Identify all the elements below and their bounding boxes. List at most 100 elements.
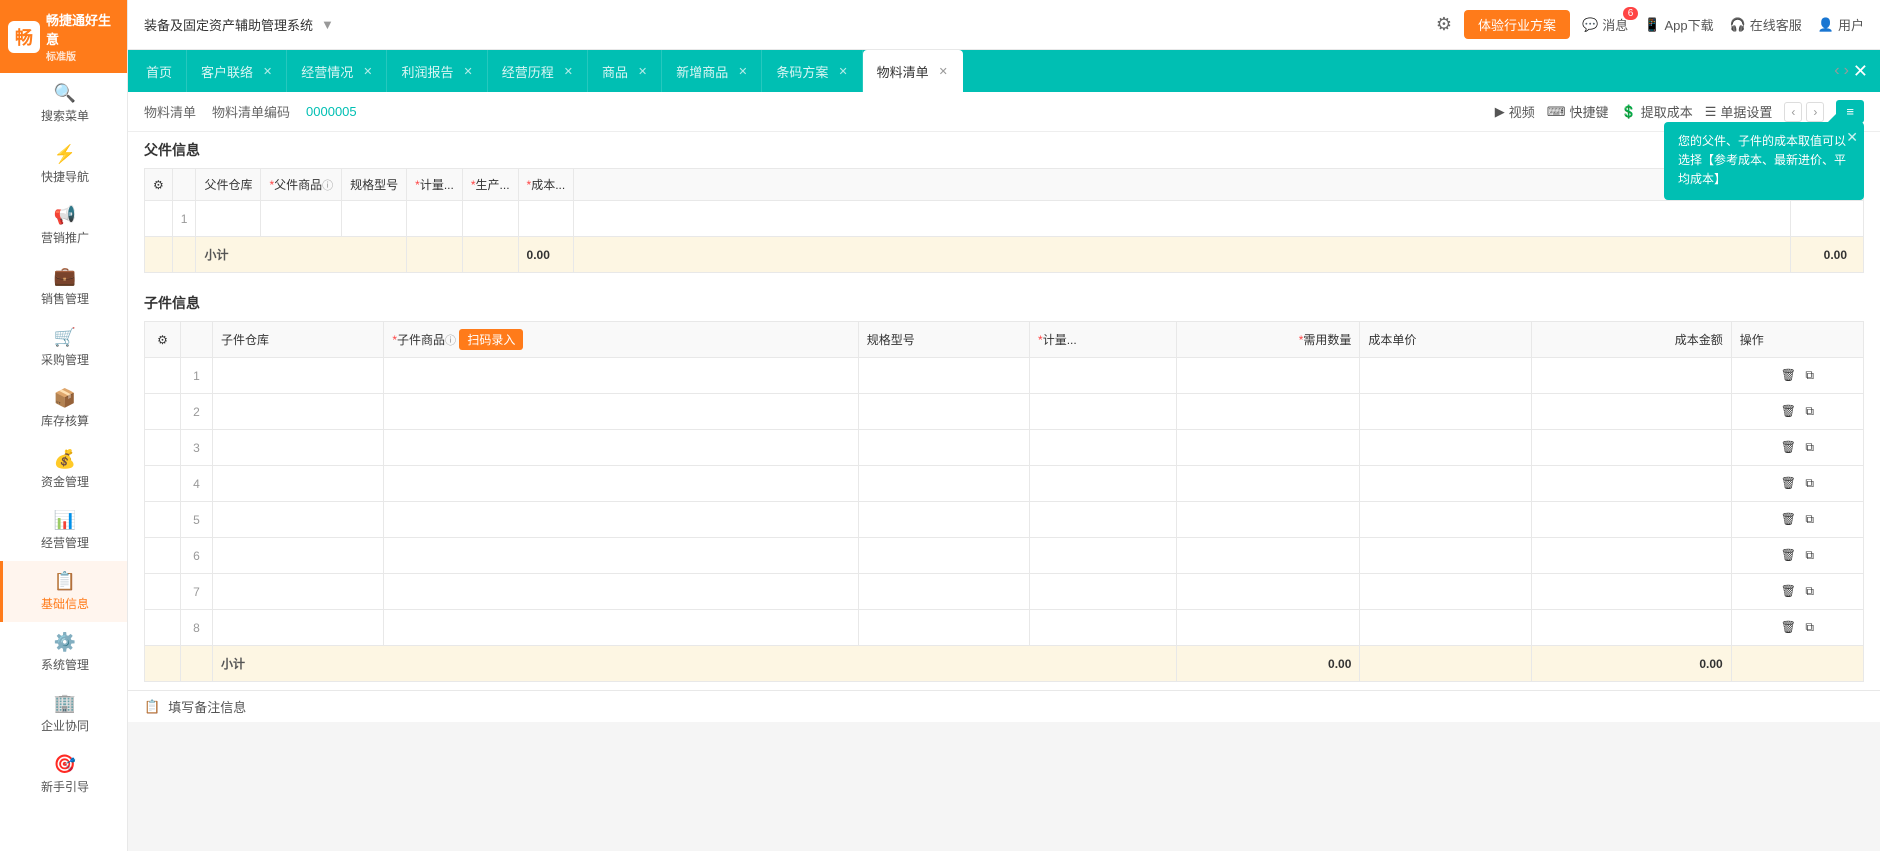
breadcrumb-bom[interactable]: 物料清单 <box>144 102 196 121</box>
tab-operations-close[interactable]: ✕ <box>363 65 372 78</box>
child-row-settings-3[interactable] <box>145 430 181 466</box>
tab-goods-close[interactable]: ✕ <box>638 65 647 78</box>
parent-row-cost-1[interactable] <box>518 201 574 237</box>
parent-row-settings[interactable] <box>145 201 173 237</box>
child-row-qty-unit-1[interactable] <box>1030 358 1177 394</box>
sidebar-item-finance[interactable]: 💰 资金管理 <box>0 439 127 500</box>
tab-operations[interactable]: 经营情况 ✕ <box>287 50 387 92</box>
tab-barcode[interactable]: 条码方案 ✕ <box>762 50 862 92</box>
sidebar-item-operations[interactable]: 📊 经营管理 <box>0 500 127 561</box>
child-row-product-1[interactable] <box>384 358 858 394</box>
child-row-warehouse-3[interactable] <box>213 430 384 466</box>
copy-icon-7[interactable]: ⧉ <box>1805 584 1814 598</box>
delete-icon-5[interactable]: 🗑 <box>1781 512 1796 526</box>
parent-row-warehouse-1[interactable] <box>196 201 261 237</box>
child-row-qty-unit-8[interactable] <box>1030 610 1177 646</box>
copy-icon-3[interactable]: ⧉ <box>1805 440 1814 454</box>
parent-row-qty-1[interactable] <box>407 201 463 237</box>
tab-newgoods[interactable]: 新增商品 ✕ <box>662 50 762 92</box>
child-row-product-7[interactable] <box>384 574 858 610</box>
child-row-settings-4[interactable] <box>145 466 181 502</box>
child-row-warehouse-4[interactable] <box>213 466 384 502</box>
child-row-spec-1[interactable] <box>858 358 1029 394</box>
tab-profit[interactable]: 利润报告 ✕ <box>387 50 487 92</box>
delete-icon-2[interactable]: 🗑 <box>1781 404 1796 418</box>
tab-newgoods-close[interactable]: ✕ <box>738 65 747 78</box>
child-row-unit-cost-4[interactable] <box>1360 466 1531 502</box>
child-row-needed-qty-2[interactable] <box>1176 394 1360 430</box>
child-row-warehouse-5[interactable] <box>213 502 384 538</box>
child-row-unit-cost-8[interactable] <box>1360 610 1531 646</box>
parent-row-product-1[interactable] <box>261 201 342 237</box>
sidebar-item-quick-nav[interactable]: ⚡ 快捷导航 <box>0 134 127 195</box>
child-row-settings-7[interactable] <box>145 574 181 610</box>
tab-prev-btn[interactable]: ‹ <box>1834 62 1839 80</box>
child-row-warehouse-2[interactable] <box>213 394 384 430</box>
message-btn[interactable]: 💬 消息 6 <box>1582 15 1628 34</box>
bottom-bar-text[interactable]: 填写备注信息 <box>168 697 246 716</box>
tab-bom[interactable]: 物料清单 ✕ <box>863 50 963 92</box>
user-avatar[interactable]: 👤 用户 <box>1818 15 1864 34</box>
child-row-needed-qty-8[interactable] <box>1176 610 1360 646</box>
dropdown-arrow-icon[interactable]: ▼ <box>321 17 334 32</box>
child-row-product-5[interactable] <box>384 502 858 538</box>
scan-input-button[interactable]: 扫码录入 <box>459 329 523 350</box>
app-download-btn[interactable]: 📱 App下载 <box>1644 15 1713 34</box>
child-row-needed-qty-6[interactable] <box>1176 538 1360 574</box>
child-row-spec-2[interactable] <box>858 394 1029 430</box>
delete-icon-6[interactable]: 🗑 <box>1781 548 1796 562</box>
copy-icon-6[interactable]: ⧉ <box>1805 548 1814 562</box>
tab-history[interactable]: 经营历程 ✕ <box>488 50 588 92</box>
sidebar-item-enterprise[interactable]: 🏢 企业协同 <box>0 683 127 744</box>
child-row-warehouse-7[interactable] <box>213 574 384 610</box>
child-row-needed-qty-4[interactable] <box>1176 466 1360 502</box>
page-next-btn[interactable]: › <box>1806 102 1824 122</box>
child-row-settings-5[interactable] <box>145 502 181 538</box>
child-row-unit-cost-1[interactable] <box>1360 358 1531 394</box>
child-row-product-2[interactable] <box>384 394 858 430</box>
child-row-warehouse-1[interactable] <box>213 358 384 394</box>
child-row-spec-3[interactable] <box>858 430 1029 466</box>
tab-barcode-close[interactable]: ✕ <box>838 65 847 78</box>
child-row-spec-4[interactable] <box>858 466 1029 502</box>
copy-icon-8[interactable]: ⧉ <box>1805 620 1814 634</box>
delete-icon-1[interactable]: 🗑 <box>1781 368 1796 382</box>
child-row-spec-6[interactable] <box>858 538 1029 574</box>
copy-icon-4[interactable]: ⧉ <box>1805 476 1814 490</box>
child-row-spec-8[interactable] <box>858 610 1029 646</box>
child-row-settings-6[interactable] <box>145 538 181 574</box>
child-row-qty-unit-7[interactable] <box>1030 574 1177 610</box>
sidebar-item-marketing[interactable]: 📢 营销推广 <box>0 195 127 256</box>
delete-icon-7[interactable]: 🗑 <box>1781 584 1796 598</box>
gear-icon[interactable]: ⚙ <box>1436 14 1452 35</box>
sidebar-item-system[interactable]: ⚙️ 系统管理 <box>0 622 127 683</box>
tab-close-all-btn[interactable]: ✕ <box>1853 61 1868 82</box>
tab-next-btn[interactable]: › <box>1844 62 1849 80</box>
tab-history-close[interactable]: ✕ <box>564 65 573 78</box>
child-row-settings-1[interactable] <box>145 358 181 394</box>
child-row-warehouse-8[interactable] <box>213 610 384 646</box>
child-row-settings-8[interactable] <box>145 610 181 646</box>
copy-icon-5[interactable]: ⧉ <box>1805 512 1814 526</box>
tab-home[interactable]: 首页 <box>132 50 187 92</box>
child-row-qty-unit-5[interactable] <box>1030 502 1177 538</box>
sidebar-item-guide[interactable]: 🎯 新手引导 <box>0 744 127 805</box>
extract-cost-action[interactable]: 💲 提取成本 <box>1621 102 1693 121</box>
delete-icon-8[interactable]: 🗑 <box>1781 620 1796 634</box>
tooltip-close-btn[interactable]: ✕ <box>1846 126 1858 148</box>
tab-customers[interactable]: 客户联络 ✕ <box>187 50 287 92</box>
delete-icon-3[interactable]: 🗑 <box>1781 440 1796 454</box>
child-row-qty-unit-3[interactable] <box>1030 430 1177 466</box>
tab-bom-close[interactable]: ✕ <box>939 65 948 78</box>
tab-profit-close[interactable]: ✕ <box>464 65 473 78</box>
tab-goods[interactable]: 商品 ✕ <box>588 50 662 92</box>
child-row-unit-cost-6[interactable] <box>1360 538 1531 574</box>
tab-customers-close[interactable]: ✕ <box>263 65 272 78</box>
trial-button[interactable]: 体验行业方案 <box>1464 10 1570 39</box>
child-row-spec-7[interactable] <box>858 574 1029 610</box>
delete-icon-4[interactable]: 🗑 <box>1781 476 1796 490</box>
child-row-product-6[interactable] <box>384 538 858 574</box>
child-row-product-3[interactable] <box>384 430 858 466</box>
sidebar-item-sales[interactable]: 💼 销售管理 <box>0 256 127 317</box>
parent-row-production-1[interactable] <box>462 201 518 237</box>
